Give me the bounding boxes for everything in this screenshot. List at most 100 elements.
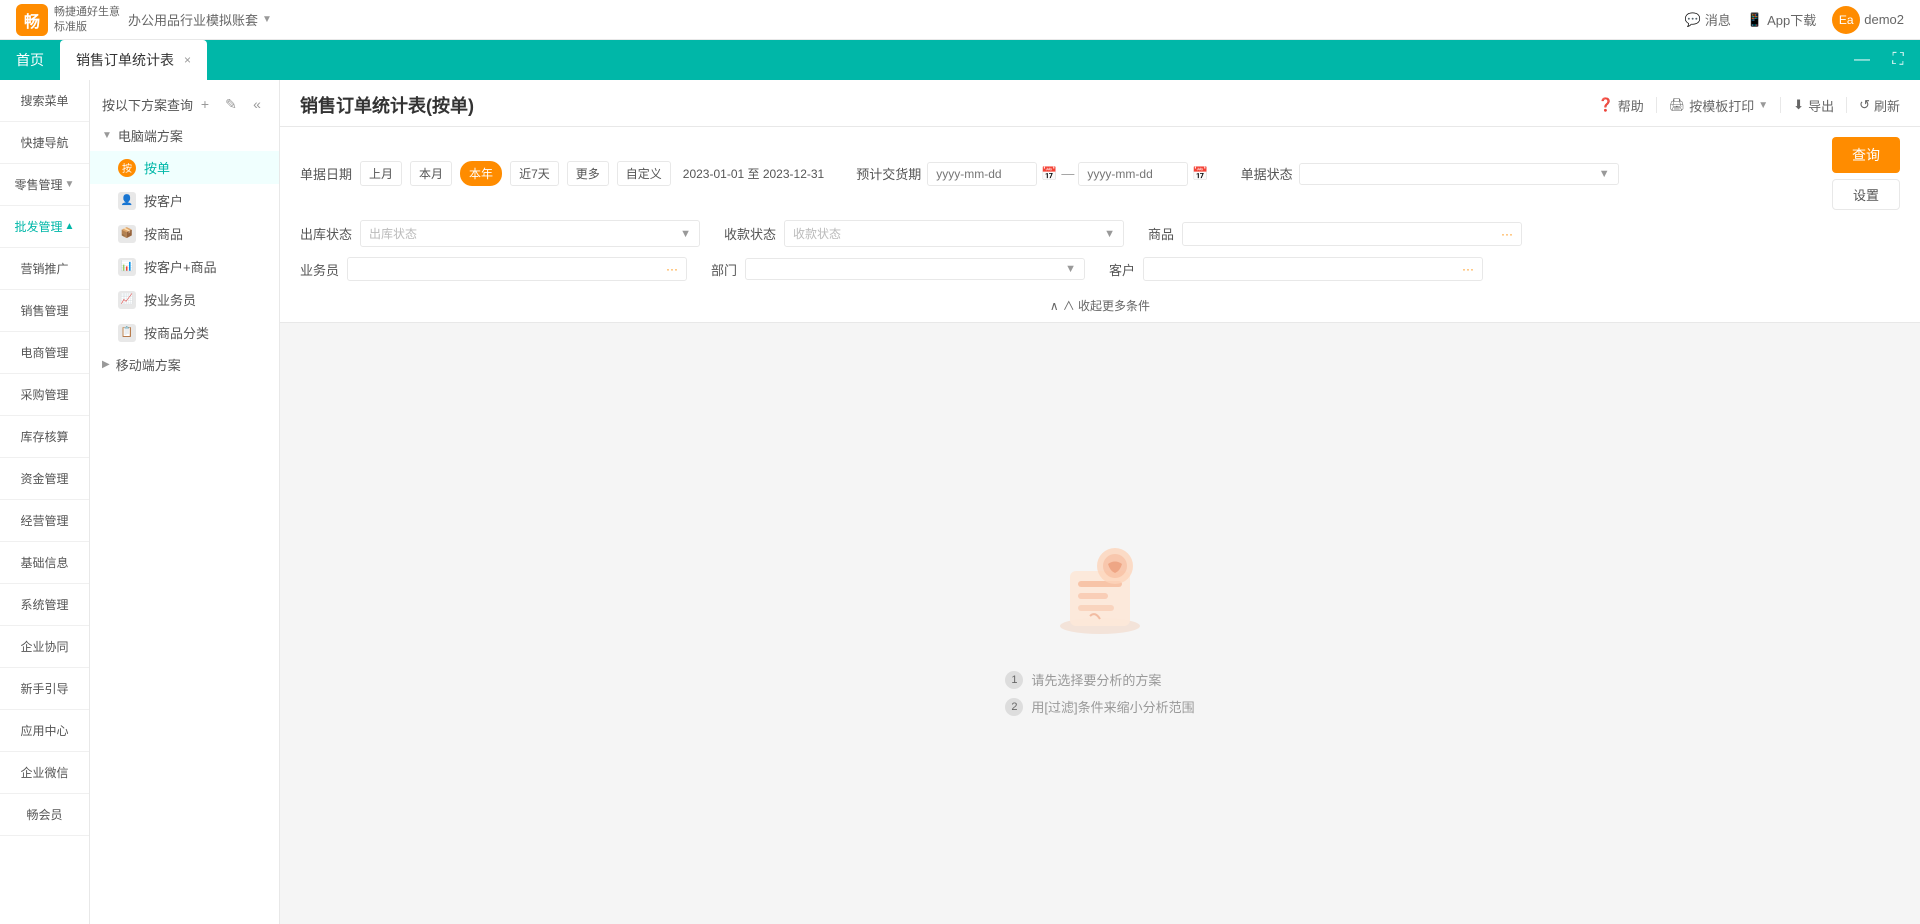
sidebar-item-basic[interactable]: 基础信息 — [0, 542, 89, 584]
scheme-add-button[interactable]: + — [195, 94, 215, 114]
sidebar-item-corp[interactable]: 企业协同 — [0, 626, 89, 668]
salesman-input[interactable]: ··· — [347, 257, 687, 281]
sidebar-item-member[interactable]: 畅会员 — [0, 794, 89, 836]
order-status-filter: 单据状态 ▼ — [1241, 163, 1619, 185]
scheme-item-by-category[interactable]: 📋 按商品分类 — [90, 316, 279, 349]
product-ellipsis-icon[interactable]: ··· — [1501, 227, 1513, 241]
salesman-scheme-icon: 📈 — [118, 291, 136, 309]
customer-ellipsis-icon[interactable]: ··· — [1462, 262, 1474, 276]
tab-sales-order-stats[interactable]: 销售订单统计表 × — [60, 40, 207, 80]
print-icon: 🖨 — [1669, 97, 1686, 113]
date-curr-year-button[interactable]: 本年 — [460, 161, 502, 186]
sidebar-item-wechat[interactable]: 企业微信 — [0, 752, 89, 794]
scheme-group-mobile-title[interactable]: ▶ 移动端方案 — [90, 349, 279, 380]
logo-text: 畅捷通好生意 标准版 — [54, 5, 120, 34]
product-label: 商品 — [1148, 224, 1174, 243]
expected-date-inputs: 📅 — 📅 — [927, 162, 1208, 186]
scheme-panel-header-icons: + ✎ « — [195, 94, 267, 114]
sidebar-item-quicknav[interactable]: 快捷导航 — [0, 122, 89, 164]
sidebar-item-purchase[interactable]: 采购管理 — [0, 374, 89, 416]
scheme-collapse-button[interactable]: « — [247, 94, 267, 114]
help-button[interactable]: ❓ 帮助 — [1598, 96, 1644, 115]
sidebar-item-ecommerce[interactable]: 电商管理 — [0, 332, 89, 374]
customer-scheme-icon: 👤 — [118, 192, 136, 210]
payment-status-label: 收款状态 — [724, 224, 776, 243]
sidebar-item-system[interactable]: 系统管理 — [0, 584, 89, 626]
ship-status-chevron-icon: ▼ — [680, 228, 691, 240]
action-buttons: 查询 设置 — [1832, 137, 1900, 210]
scheme-item-by-product[interactable]: 📦 按商品 — [90, 217, 279, 250]
tab-maximize-button[interactable]: ⛶ — [1884, 46, 1912, 74]
tab-home[interactable]: 首页 — [0, 40, 60, 80]
active-scheme-icon: 按 — [118, 159, 136, 177]
page-header: 销售订单统计表(按单) ❓ 帮助 🖨 按模板打印 ▼ ⬇ — [280, 80, 1920, 127]
filter-section: 单据日期 上月 本月 本年 近7天 更多 自定义 2023-01-01 至 20… — [280, 127, 1920, 289]
app-download-button[interactable]: 📱 App下载 — [1747, 10, 1816, 29]
calendar-to-icon[interactable]: 📅 — [1192, 166, 1208, 182]
top-bar-left: 畅 畅捷通好生意 标准版 办公用品行业模拟账套 ▼ — [16, 4, 272, 36]
date-7days-button[interactable]: 近7天 — [510, 161, 559, 186]
expected-date-from[interactable] — [927, 162, 1037, 186]
print-button[interactable]: 🖨 按模板打印 ▼ — [1669, 96, 1768, 115]
content-area: 按以下方案查询 + ✎ « ▼ 电脑端方案 按 按单 👤 按客户 — [90, 80, 1920, 924]
sidebar-item-finance[interactable]: 资金管理 — [0, 458, 89, 500]
expected-date-to[interactable] — [1078, 162, 1188, 186]
tip-num-2: 2 — [1005, 698, 1023, 716]
breadcrumb-arrow-icon[interactable]: ▼ — [262, 14, 272, 25]
sidebar-item-marketing[interactable]: 营销推广 — [0, 248, 89, 290]
sidebar-item-retail[interactable]: 零售管理 ▼ — [0, 164, 89, 206]
pc-group-expand-icon: ▼ — [102, 130, 112, 141]
wholesale-arrow-icon: ▲ — [65, 221, 75, 232]
query-button[interactable]: 查询 — [1832, 137, 1900, 173]
sidebar-item-wholesale[interactable]: 批发管理 ▲ — [0, 206, 89, 248]
export-icon: ⬇ — [1793, 97, 1804, 113]
setting-button[interactable]: 设置 — [1832, 179, 1900, 210]
divider-3 — [1846, 97, 1847, 113]
department-filter: 部门 ▼ — [711, 258, 1085, 280]
page-title: 销售订单统计表(按单) — [300, 92, 474, 118]
ship-status-select[interactable]: 出库状态 ▼ — [360, 220, 700, 247]
refresh-button[interactable]: ↺ 刷新 — [1859, 96, 1900, 115]
scheme-item-by-customer-product[interactable]: 📊 按客户+商品 — [90, 250, 279, 283]
avatar: Ea — [1832, 6, 1860, 34]
payment-status-select[interactable]: 收款状态 ▼ — [784, 220, 1124, 247]
tab-close-icon[interactable]: × — [184, 53, 191, 67]
date-curr-month-button[interactable]: 本月 — [410, 161, 452, 186]
scheme-item-by-salesman[interactable]: 📈 按业务员 — [90, 283, 279, 316]
tab-minimize-button[interactable]: — — [1848, 46, 1876, 74]
date-custom-button[interactable]: 自定义 — [617, 161, 671, 186]
sidebar-item-newbie[interactable]: 新手引导 — [0, 668, 89, 710]
user-menu-button[interactable]: Ea demo2 — [1832, 6, 1904, 34]
print-arrow-icon: ▼ — [1758, 100, 1768, 111]
customer-input[interactable]: ··· — [1143, 257, 1483, 281]
sidebar-item-operation[interactable]: 经营管理 — [0, 500, 89, 542]
filter-row-3: 业务员 ··· 部门 ▼ — [280, 251, 1920, 289]
sidebar-item-appcenter[interactable]: 应用中心 — [0, 710, 89, 752]
date-more-button[interactable]: 更多 — [567, 161, 609, 186]
sidebar-item-inventory[interactable]: 库存核算 — [0, 416, 89, 458]
order-status-chevron-icon: ▼ — [1599, 168, 1610, 180]
scheme-group-pc-title[interactable]: ▼ 电脑端方案 — [90, 120, 279, 151]
empty-state: 1 请先选择要分析的方案 2 用[过滤]条件来缩小分析范围 — [280, 323, 1920, 924]
collapse-more-bar[interactable]: ∧ ∧ 收起更多条件 — [280, 289, 1920, 323]
date-prev-month-button[interactable]: 上月 — [360, 161, 402, 186]
department-select[interactable]: ▼ — [745, 258, 1085, 280]
message-button[interactable]: 💬 消息 — [1685, 10, 1731, 29]
export-button[interactable]: ⬇ 导出 — [1793, 96, 1834, 115]
sidebar-item-sales[interactable]: 销售管理 — [0, 290, 89, 332]
order-status-select[interactable]: ▼ — [1299, 163, 1619, 185]
top-bar: 畅 畅捷通好生意 标准版 办公用品行业模拟账套 ▼ 💬 消息 📱 App下载 E… — [0, 0, 1920, 40]
salesman-filter: 业务员 ··· — [300, 257, 687, 281]
empty-tip-1: 1 请先选择要分析的方案 — [1005, 670, 1194, 689]
scheme-item-by-customer[interactable]: 👤 按客户 — [90, 184, 279, 217]
payment-status-chevron-icon: ▼ — [1104, 228, 1115, 240]
divider-2 — [1780, 97, 1781, 113]
product-filter: 商品 ··· — [1148, 222, 1522, 246]
sidebar-item-search[interactable]: 搜索菜单 — [0, 80, 89, 122]
product-input[interactable]: ··· — [1182, 222, 1522, 246]
salesman-ellipsis-icon[interactable]: ··· — [666, 262, 678, 276]
calendar-from-icon[interactable]: 📅 — [1041, 166, 1057, 182]
scheme-panel-header: 按以下方案查询 + ✎ « — [90, 88, 279, 120]
scheme-item-by-order[interactable]: 按 按单 — [90, 151, 279, 184]
scheme-edit-button[interactable]: ✎ — [221, 94, 241, 114]
